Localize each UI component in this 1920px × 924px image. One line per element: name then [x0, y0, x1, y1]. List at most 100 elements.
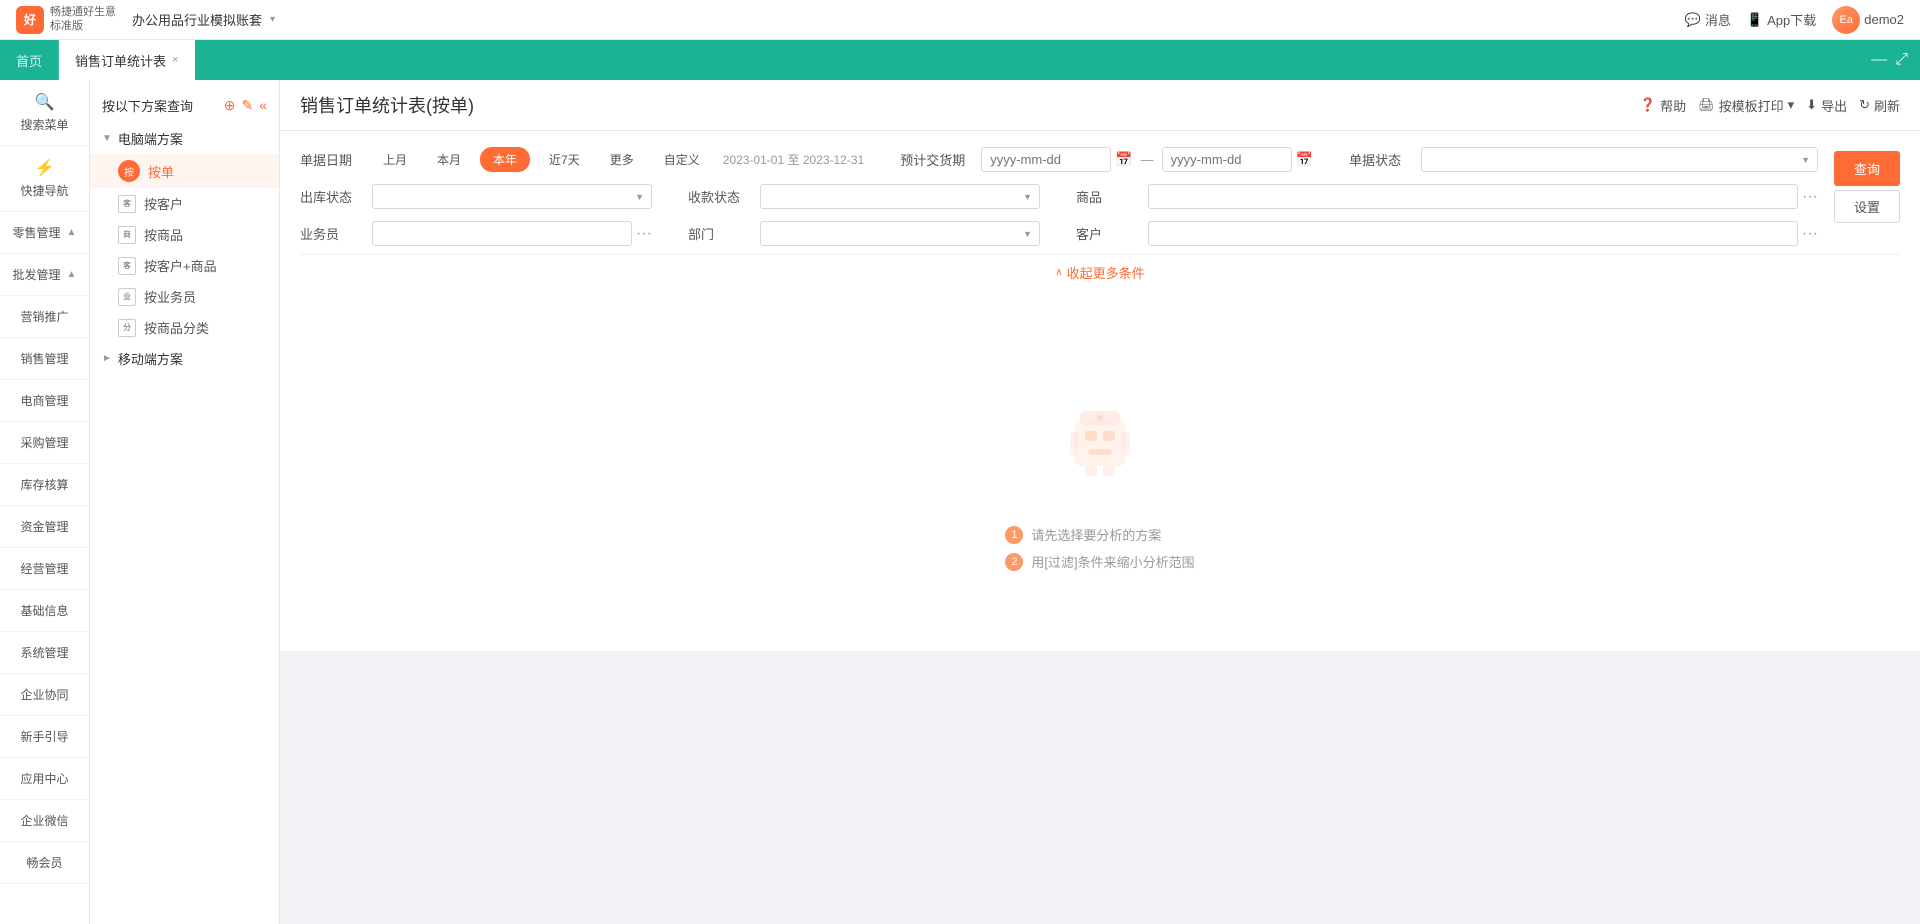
left-panel-tools: ⊕ ✎ «: [224, 97, 267, 114]
scheme-by-order[interactable]: 按 按单: [90, 154, 279, 188]
date-custom-btn[interactable]: 自定义: [653, 147, 711, 172]
date-this-month-btn[interactable]: 本月: [426, 147, 472, 172]
sidebar-item-operation[interactable]: 经营管理: [0, 548, 89, 590]
message-btn[interactable]: 💬 消息: [1685, 10, 1731, 29]
expected-date-start[interactable]: [981, 147, 1111, 172]
print-dropdown-icon: ▾: [1788, 97, 1795, 113]
filter-section-inner: 单据日期 上月 本月 本年 近7天 更多 自定义 2023-01-01 至 20…: [300, 147, 1900, 246]
order-status-select[interactable]: [1421, 147, 1818, 172]
date-more-btn[interactable]: 更多: [599, 147, 645, 172]
delivery-status-wrapper: [372, 184, 652, 209]
sidebar-item-inventory[interactable]: 库存核算: [0, 464, 89, 506]
page-title: 销售订单统计表(按单): [300, 92, 474, 130]
calendar-start-icon[interactable]: 📅: [1115, 151, 1132, 168]
help-btn[interactable]: ❓ 帮助: [1640, 96, 1686, 115]
empty-illustration: [1050, 386, 1150, 505]
maximize-btn[interactable]: ⤢: [1895, 51, 1908, 69]
department-select[interactable]: [760, 221, 1040, 246]
expected-date-label: 预计交货期: [900, 150, 965, 169]
user-area[interactable]: Ea demo2: [1832, 6, 1904, 34]
scheme-by-salesperson[interactable]: 业 按业务员: [90, 281, 279, 312]
settings-button[interactable]: 设置: [1834, 190, 1900, 223]
template-print-btn[interactable]: 🖨 按模板打印 ▾: [1698, 96, 1794, 115]
by-product-icon: 商: [118, 226, 136, 244]
sidebar-item-app-center[interactable]: 应用中心: [0, 758, 89, 800]
by-customer-product-icon: 客: [118, 257, 136, 275]
expected-date-end[interactable]: [1162, 147, 1292, 172]
sidebar-item-basic[interactable]: 基础信息: [0, 590, 89, 632]
calendar-end-icon[interactable]: 📅: [1296, 151, 1313, 168]
filter-row-2: 出库状态 收款状态: [300, 184, 1818, 209]
filter-row-1: 单据日期 上月 本月 本年 近7天 更多 自定义 2023-01-01 至 20…: [300, 147, 1818, 172]
sidebar-item-purchase[interactable]: 采购管理: [0, 422, 89, 464]
quick-nav-icon: ⚡: [35, 158, 55, 178]
filter-section: 单据日期 上月 本月 本年 近7天 更多 自定义 2023-01-01 至 20…: [280, 131, 1920, 306]
collapse-panel-btn[interactable]: «: [259, 97, 267, 114]
scheme-by-customer[interactable]: 客 按客户: [90, 188, 279, 219]
date-buttons-group: 上月 本月 本年 近7天 更多 自定义 2023-01-01 至 2023-12…: [372, 147, 864, 172]
sidebar-item-search-menu[interactable]: 🔍 搜索菜单: [0, 80, 89, 146]
pc-solutions-title[interactable]: ▼ 电脑端方案: [90, 123, 279, 154]
sidebar-item-marketing[interactable]: 营销推广: [0, 296, 89, 338]
collapse-filter-btn[interactable]: ∧ 收起更多条件: [300, 255, 1900, 290]
sidebar-item-wholesale[interactable]: 批发管理 ▲: [0, 254, 89, 296]
expected-date-group: 📅 — 📅: [981, 147, 1313, 172]
payment-status-select[interactable]: [760, 184, 1040, 209]
customer-dots-btn[interactable]: ···: [1802, 225, 1818, 243]
mobile-solutions-title[interactable]: ► 移动端方案: [90, 343, 279, 374]
order-status-label: 单据状态: [1349, 150, 1405, 169]
sidebar-item-retail[interactable]: 零售管理 ▲: [0, 212, 89, 254]
customer-input-wrapper: ···: [1148, 221, 1818, 246]
top-bar-right: 💬 消息 📱 App下载 Ea demo2: [1685, 6, 1904, 34]
sidebar-item-quick-nav[interactable]: ⚡ 快捷导航: [0, 146, 89, 212]
export-icon: ⬇: [1806, 97, 1817, 113]
edit-scheme-btn[interactable]: ✎: [241, 97, 253, 114]
by-order-icon: 按: [118, 160, 140, 182]
message-icon: 💬: [1685, 12, 1701, 28]
sidebar-item-sales[interactable]: 销售管理: [0, 338, 89, 380]
salesperson-dots-btn[interactable]: ···: [636, 225, 652, 243]
sidebar-item-ecommerce[interactable]: 电商管理: [0, 380, 89, 422]
tab-close-icon[interactable]: ×: [172, 54, 178, 66]
search-menu-icon: 🔍: [35, 92, 55, 112]
sidebar-item-enterprise[interactable]: 企业协同: [0, 674, 89, 716]
query-button[interactable]: 查询: [1834, 151, 1900, 186]
app-download-btn[interactable]: 📱 App下载: [1747, 10, 1816, 29]
product-dots-btn[interactable]: ···: [1802, 188, 1818, 206]
action-buttons: 查询 设置: [1818, 147, 1900, 246]
empty-svg: [1050, 386, 1150, 486]
date-last-month-btn[interactable]: 上月: [372, 147, 418, 172]
sidebar-item-system[interactable]: 系统管理: [0, 632, 89, 674]
sidebar-item-wechat[interactable]: 企业微信: [0, 800, 89, 842]
scheme-by-category[interactable]: 分 按商品分类: [90, 312, 279, 343]
empty-tip-1: 1 请先选择要分析的方案: [1005, 525, 1194, 544]
pc-group-arrow-icon: ▼: [102, 133, 112, 144]
scheme-by-product[interactable]: 商 按商品: [90, 219, 279, 250]
scheme-by-customer-product[interactable]: 客 按客户+商品: [90, 250, 279, 281]
customer-input[interactable]: [1148, 221, 1798, 246]
by-category-icon: 分: [118, 319, 136, 337]
product-input[interactable]: [1148, 184, 1798, 209]
delivery-status-label: 出库状态: [300, 187, 356, 206]
tab-home[interactable]: 首页: [0, 40, 59, 80]
mobile-group-arrow-icon: ►: [102, 353, 112, 364]
sidebar-item-finance[interactable]: 资金管理: [0, 506, 89, 548]
delivery-status-select[interactable]: [372, 184, 652, 209]
content-wrapper: 按以下方案查询 ⊕ ✎ « ▼ 电脑端方案 按 按单 客: [90, 80, 1920, 924]
salesperson-input[interactable]: [372, 221, 632, 246]
sidebar-item-member[interactable]: 畅会员: [0, 842, 89, 884]
export-btn[interactable]: ⬇ 导出: [1806, 96, 1847, 115]
tab-sales-order[interactable]: 销售订单统计表 ×: [59, 40, 195, 80]
add-scheme-btn[interactable]: ⊕: [224, 97, 236, 114]
main-layout: 🔍 搜索菜单 ⚡ 快捷导航 零售管理 ▲ 批发管理 ▲ 营销推广 销售管理 电商…: [0, 80, 1920, 924]
refresh-btn[interactable]: ↻ 刷新: [1859, 96, 1900, 115]
logo-area: 好 畅捷通好生意 标准版: [16, 6, 116, 34]
date-this-year-btn[interactable]: 本年: [480, 147, 530, 172]
minimize-btn[interactable]: —: [1871, 51, 1887, 69]
date-last-7-btn[interactable]: 近7天: [538, 147, 591, 172]
empty-tips: 1 请先选择要分析的方案 2 用[过滤]条件来缩小分析范围: [1005, 525, 1194, 571]
sidebar-item-guide[interactable]: 新手引导: [0, 716, 89, 758]
logo-icon: 好: [16, 6, 44, 34]
title-dropdown-icon[interactable]: ▾: [270, 14, 275, 25]
department-label: 部门: [688, 224, 744, 243]
